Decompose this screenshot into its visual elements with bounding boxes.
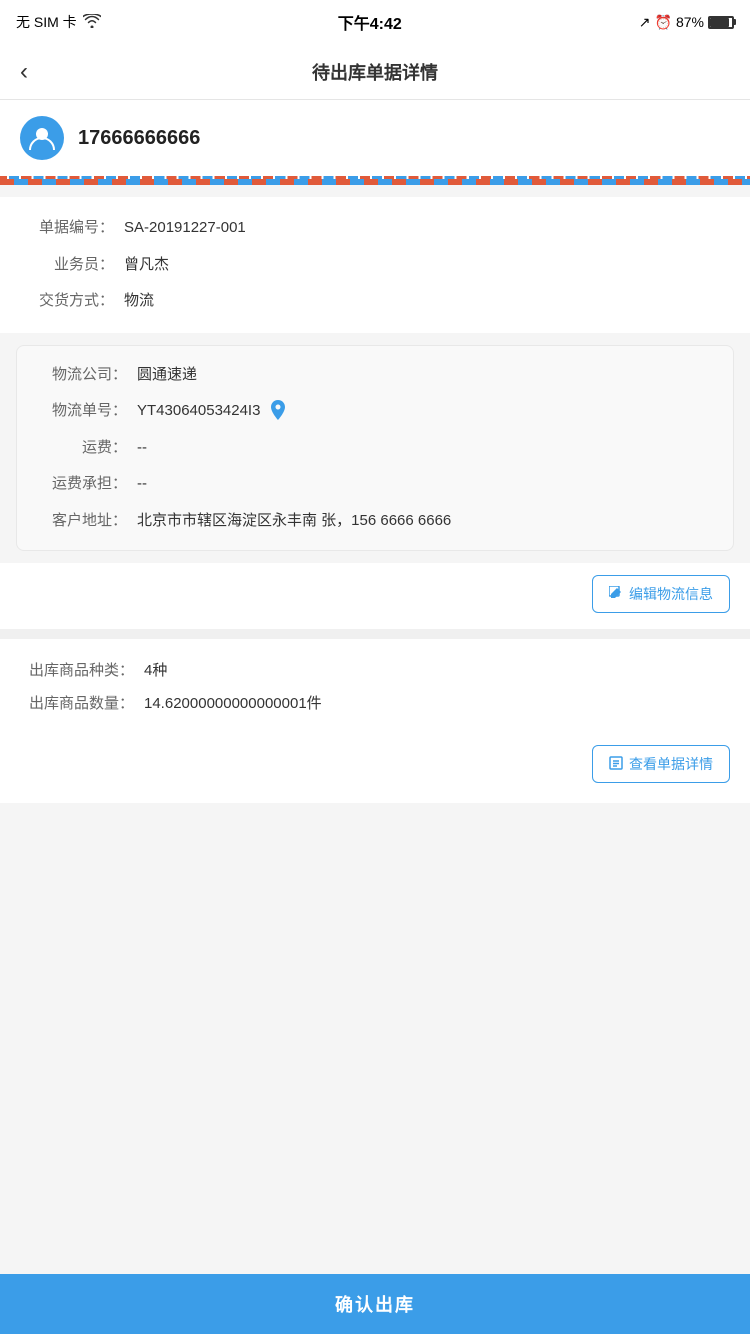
address-value: 北京市市辖区海淀区永丰南 张，156 6666 6666: [137, 510, 713, 533]
view-details-button[interactable]: 查看单据详情: [592, 745, 730, 783]
status-left: 无 SIM 卡: [16, 12, 101, 32]
delivery-row: 交货方式： 物流: [24, 290, 726, 313]
doc-number-row: 单据编号： SA-20191227-001: [24, 217, 726, 240]
freight-bear-label: 运费承担：: [37, 473, 127, 496]
doc-number-label: 单据编号：: [24, 217, 114, 240]
document-icon: [609, 756, 623, 773]
goods-info-section: 出库商品种类： 4种 出库商品数量： 14.62000000000000001件: [0, 639, 750, 733]
carrier-text: 无 SIM 卡: [16, 12, 77, 32]
view-details-btn-row: 查看单据详情: [0, 733, 750, 803]
freight-bear-row: 运费承担： --: [37, 473, 713, 496]
location-status-icon: ↗: [639, 14, 651, 31]
freight-label: 运费：: [37, 437, 127, 460]
salesman-value: 曾凡杰: [124, 254, 726, 277]
delivery-label: 交货方式：: [24, 290, 114, 313]
logistics-company-value: 圆通速递: [137, 364, 713, 387]
goods-type-row: 出库商品种类： 4种: [24, 659, 726, 680]
decorative-divider: [0, 179, 750, 185]
avatar: [20, 116, 64, 160]
freight-bear-value: --: [137, 473, 713, 496]
empty-space: [0, 803, 750, 983]
doc-number-value: SA-20191227-001: [124, 217, 726, 240]
address-row: 客户地址： 北京市市辖区海淀区永丰南 张，156 6666 6666: [37, 510, 713, 533]
salesman-label: 业务员：: [24, 254, 114, 277]
battery-percent: 87%: [676, 14, 704, 30]
logistics-tracking-row: 物流单号： YT43064053424I3: [37, 400, 713, 423]
user-avatar-icon: [28, 124, 56, 152]
status-bar: 无 SIM 卡 下午4:42 ↗ ⏰ 87%: [0, 0, 750, 44]
freight-value: --: [137, 437, 713, 460]
edit-logistics-btn-row: 编辑物流信息: [0, 563, 750, 629]
wifi-icon: [83, 14, 101, 31]
logistics-company-row: 物流公司： 圆通速递: [37, 364, 713, 387]
status-time: 下午4:42: [338, 10, 402, 34]
address-label: 客户地址：: [37, 510, 127, 533]
document-info-section: 单据编号： SA-20191227-001 业务员： 曾凡杰 交货方式： 物流: [0, 197, 750, 333]
goods-quantity-label: 出库商品数量：: [24, 692, 134, 713]
bottom-action-bar: 确认出库: [0, 1274, 750, 1334]
status-right: ↗ ⏰ 87%: [639, 14, 734, 31]
freight-row: 运费： --: [37, 437, 713, 460]
salesman-row: 业务员： 曾凡杰: [24, 254, 726, 277]
back-button[interactable]: ‹: [20, 60, 28, 84]
view-details-label: 查看单据详情: [629, 754, 713, 774]
customer-header: 17666666666: [0, 100, 750, 179]
alarm-icon: ⏰: [655, 14, 672, 31]
edit-logistics-button[interactable]: 编辑物流信息: [592, 575, 730, 613]
edit-logistics-label: 编辑物流信息: [629, 584, 713, 604]
nav-bar: ‹ 待出库单据详情: [0, 44, 750, 100]
logistics-tracking-value: YT43064053424I3: [137, 400, 713, 423]
goods-quantity-row: 出库商品数量： 14.62000000000000001件: [24, 692, 726, 713]
logistics-card: 物流公司： 圆通速递 物流单号： YT43064053424I3 运费： -- …: [16, 345, 734, 552]
customer-phone: 17666666666: [78, 127, 200, 150]
goods-type-label: 出库商品种类：: [24, 659, 134, 680]
logistics-tracking-label: 物流单号：: [37, 400, 127, 423]
map-location-icon[interactable]: [268, 400, 288, 422]
battery-icon: [708, 16, 734, 29]
page-title: 待出库单据详情: [312, 59, 438, 85]
edit-icon: [609, 586, 623, 603]
goods-quantity-value: 14.62000000000000001件: [144, 692, 322, 713]
section-divider: [0, 629, 750, 639]
delivery-value: 物流: [124, 290, 726, 313]
logistics-company-label: 物流公司：: [37, 364, 127, 387]
goods-type-value: 4种: [144, 659, 167, 680]
confirm-outbound-button[interactable]: 确认出库: [335, 1291, 415, 1317]
